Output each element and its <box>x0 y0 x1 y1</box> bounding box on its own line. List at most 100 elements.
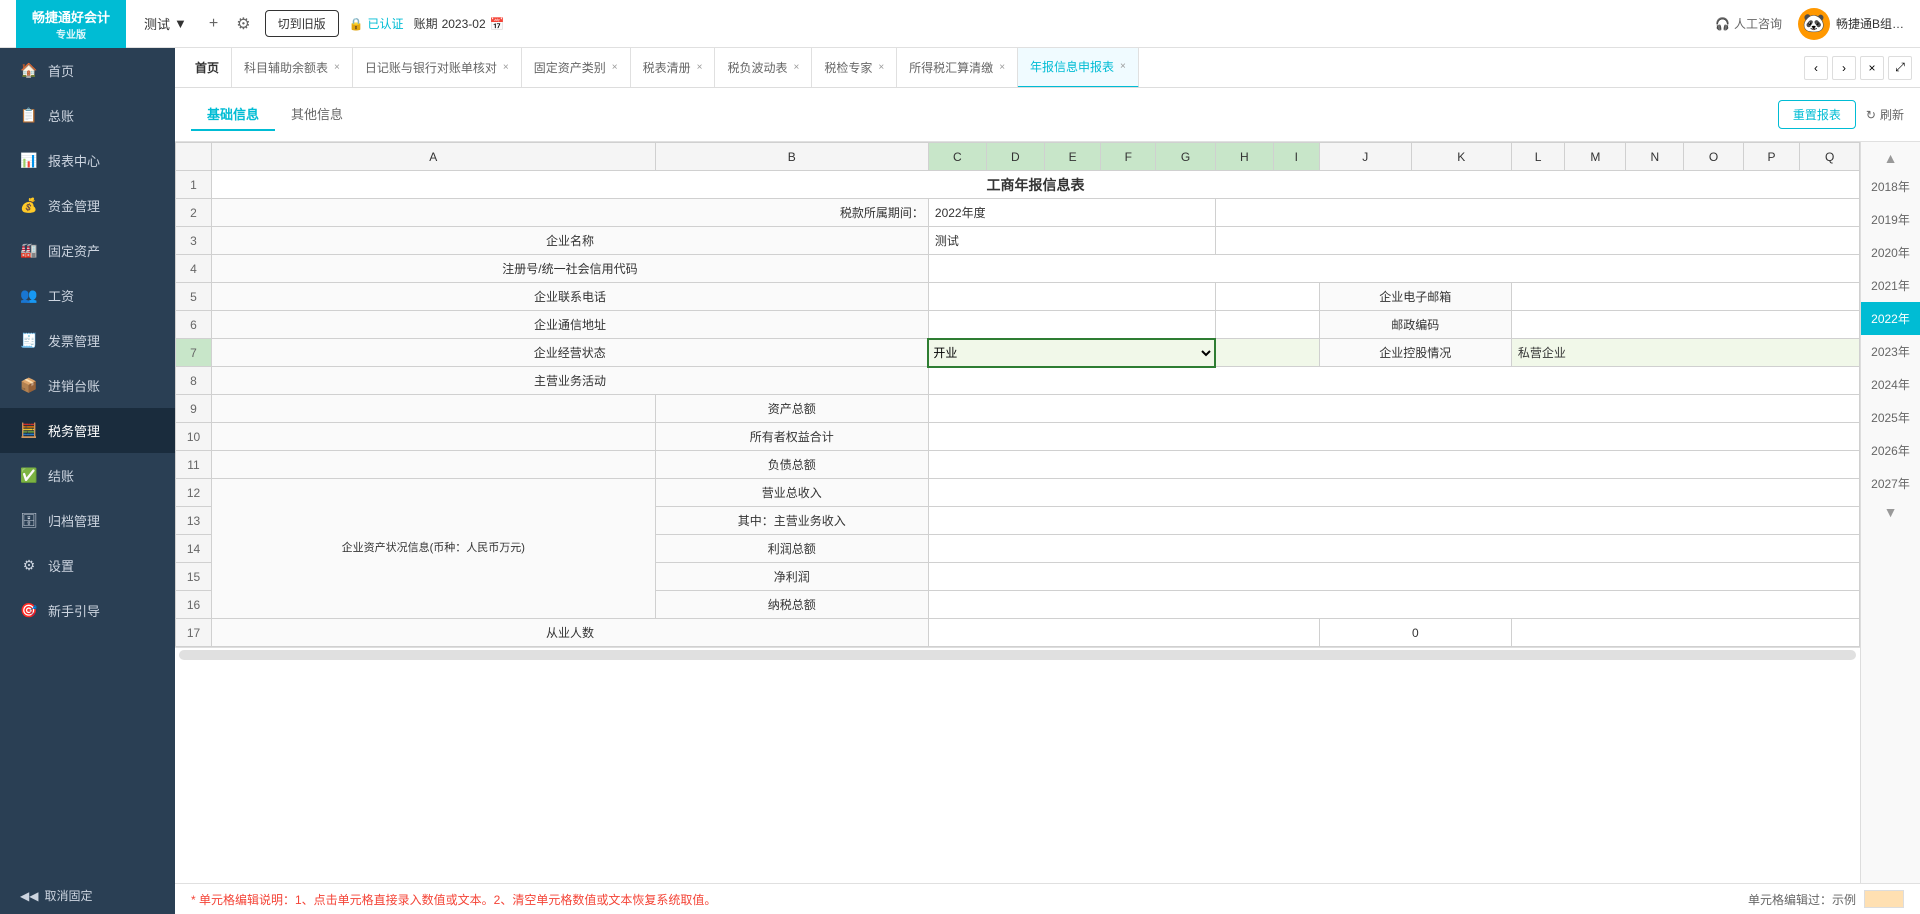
col-header-c[interactable]: C <box>928 143 986 171</box>
tab-expand[interactable]: ⤢ <box>1888 56 1912 80</box>
col-header-n[interactable]: N <box>1626 143 1684 171</box>
employees-num-cell[interactable]: 0 <box>1319 619 1511 647</box>
tab-annual-report[interactable]: 年报信息申报表 × <box>1018 48 1139 88</box>
total-tax-value-cell[interactable] <box>928 591 1859 619</box>
year-2025[interactable]: 2025年 <box>1861 401 1920 434</box>
year-2021[interactable]: 2021年 <box>1861 269 1920 302</box>
year-2022[interactable]: 2022年 <box>1861 302 1920 335</box>
col-header-e[interactable]: E <box>1044 143 1101 171</box>
settings-icon[interactable]: ⚙ <box>232 10 254 38</box>
main-activity-value-cell[interactable] <box>928 367 1859 395</box>
postal-value-cell[interactable] <box>1511 311 1859 339</box>
refresh-button[interactable]: ↻ 刷新 <box>1866 106 1904 123</box>
close-tab-icon[interactable]: × <box>334 62 340 73</box>
year-2027[interactable]: 2027年 <box>1861 467 1920 500</box>
sidebar-item-guide[interactable]: 🎯 新手引导 <box>0 588 175 633</box>
old-version-button[interactable]: 切到旧版 <box>265 10 339 37</box>
tab-home[interactable]: 首页 <box>183 48 232 88</box>
year-scroll-down[interactable]: ▼ <box>1880 500 1902 524</box>
col-header-g[interactable]: G <box>1156 143 1216 171</box>
col-header-o[interactable]: O <box>1684 143 1744 171</box>
sidebar-item-home[interactable]: 🏠 首页 <box>0 48 175 93</box>
biz-status-value-cell[interactable]: 开业 注销 吊销 迁出 撤销 <box>928 339 1215 367</box>
pin-toggle[interactable]: ◀◀ 取消固定 <box>0 877 175 914</box>
period-value-cell[interactable]: 2022年度 <box>928 199 1215 227</box>
sidebar-item-settings[interactable]: ⚙ 设置 <box>0 543 175 588</box>
sidebar-item-tax[interactable]: 🧮 税务管理 <box>0 408 175 453</box>
col-header-h[interactable]: H <box>1215 143 1273 171</box>
sidebar-item-archive[interactable]: 🗄 归档管理 <box>0 498 175 543</box>
year-2023[interactable]: 2023年 <box>1861 335 1920 368</box>
ai-consult-button[interactable]: 🎧 人工咨询 <box>1715 15 1782 32</box>
year-2018[interactable]: 2018年 <box>1861 170 1920 203</box>
revenue-total-value-cell[interactable] <box>928 479 1859 507</box>
table-row[interactable]: 7 企业经营状态 开业 注销 吊销 迁出 撤销 <box>176 339 1860 367</box>
close-tab-icon[interactable]: × <box>503 62 509 73</box>
col-header-l[interactable]: L <box>1511 143 1565 171</box>
sidebar-item-payroll[interactable]: 👥 工资 <box>0 273 175 318</box>
col-header-q[interactable]: Q <box>1800 143 1860 171</box>
col-header-f[interactable]: F <box>1101 143 1156 171</box>
tab-scroll-left[interactable]: ‹ <box>1804 56 1828 80</box>
calendar-icon[interactable]: 📅 <box>490 17 505 31</box>
tab-fixed-assets-category[interactable]: 固定资产类别 × <box>522 48 631 88</box>
phone-value-cell[interactable] <box>928 283 1215 311</box>
col-header-j[interactable]: J <box>1319 143 1411 171</box>
col-header-a[interactable]: A <box>212 143 656 171</box>
assets-group-placeholder <box>212 395 656 423</box>
sidebar-item-ledger[interactable]: 📋 总账 <box>0 93 175 138</box>
shareholding-value-cell[interactable]: 私营企业 <box>1511 339 1859 367</box>
close-tab-icon[interactable]: × <box>793 62 799 73</box>
net-profit-value-cell[interactable] <box>928 563 1859 591</box>
tab-bank-reconcile[interactable]: 日记账与银行对账单核对 × <box>353 48 522 88</box>
year-2019[interactable]: 2019年 <box>1861 203 1920 236</box>
col-header-b[interactable]: B <box>655 143 928 171</box>
reg-value-cell[interactable] <box>928 255 1859 283</box>
h-scrollbar[interactable] <box>179 650 1856 660</box>
company-selector[interactable]: 测试 ▼ <box>136 10 195 37</box>
total-assets-value-cell[interactable] <box>928 395 1859 423</box>
profit-total-value-cell[interactable] <box>928 535 1859 563</box>
sidebar-item-invoice[interactable]: 🧾 发票管理 <box>0 318 175 363</box>
close-tab-icon[interactable]: × <box>697 62 703 73</box>
tab-tax-table[interactable]: 税表清册 × <box>631 48 716 88</box>
year-scroll-up[interactable]: ▲ <box>1880 146 1902 170</box>
col-header-d[interactable]: D <box>986 143 1044 171</box>
col-header-m[interactable]: M <box>1565 143 1626 171</box>
subtab-basic[interactable]: 基础信息 <box>191 98 275 131</box>
addr-value-cell[interactable] <box>928 311 1215 339</box>
tab-tax-inspection[interactable]: 税检专家 × <box>812 48 897 88</box>
col-header-p[interactable]: P <box>1743 143 1800 171</box>
tab-income-tax[interactable]: 所得税汇算清缴 × <box>897 48 1018 88</box>
sidebar-item-checkout[interactable]: ✅ 结账 <box>0 453 175 498</box>
user-info[interactable]: 🐼 畅捷通B组… <box>1798 8 1904 40</box>
tab-close-all[interactable]: × <box>1860 56 1884 80</box>
close-tab-icon[interactable]: × <box>878 62 884 73</box>
col-header-k[interactable]: K <box>1411 143 1511 171</box>
company-value-cell[interactable]: 测试 <box>928 227 1215 255</box>
tab-scroll-right[interactable]: › <box>1832 56 1856 80</box>
col-header-i[interactable]: I <box>1273 143 1319 171</box>
main-revenue-value-cell[interactable] <box>928 507 1859 535</box>
sidebar-item-assets[interactable]: 🏭 固定资产 <box>0 228 175 273</box>
close-tab-icon[interactable]: × <box>1120 61 1126 72</box>
email-value-cell[interactable] <box>1511 283 1859 311</box>
sidebar-item-reports[interactable]: 📊 报表中心 <box>0 138 175 183</box>
year-2020[interactable]: 2020年 <box>1861 236 1920 269</box>
tab-tax-fluctuation[interactable]: 税负波动表 × <box>715 48 812 88</box>
subtab-other[interactable]: 其他信息 <box>275 98 359 131</box>
sidebar-item-capital[interactable]: 💰 资金管理 <box>0 183 175 228</box>
tab-subsidiary-balance[interactable]: 科目辅助余额表 × <box>232 48 353 88</box>
equity-value-cell[interactable] <box>928 423 1859 451</box>
year-2024[interactable]: 2024年 <box>1861 368 1920 401</box>
reset-report-button[interactable]: 重置报表 <box>1778 100 1856 129</box>
year-2026[interactable]: 2026年 <box>1861 434 1920 467</box>
employees-value-cell[interactable] <box>928 619 1319 647</box>
sidebar-item-stock[interactable]: 📦 进销台账 <box>0 363 175 408</box>
biz-status-dropdown[interactable]: 开业 注销 吊销 迁出 撤销 <box>929 340 1214 366</box>
close-tab-icon[interactable]: × <box>999 62 1005 73</box>
liab-value-cell[interactable] <box>928 451 1859 479</box>
add-button[interactable]: + <box>205 11 222 37</box>
close-tab-icon[interactable]: × <box>612 62 618 73</box>
spreadsheet-table: A B C D E F G H I J <box>175 142 1860 647</box>
